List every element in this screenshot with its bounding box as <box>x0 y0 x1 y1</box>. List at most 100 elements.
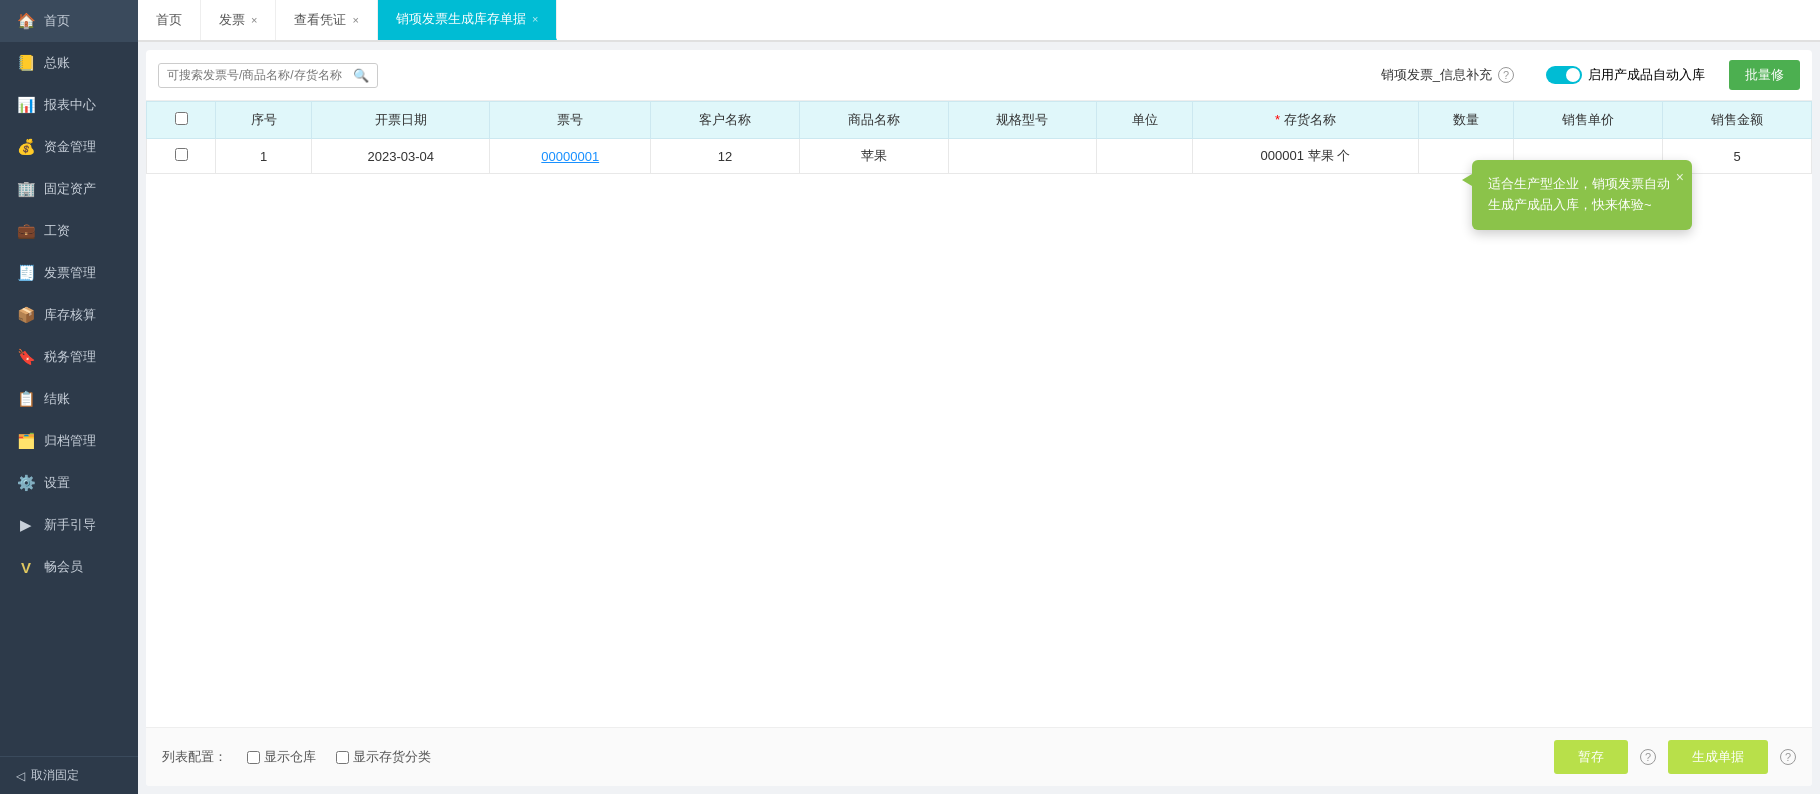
col-header-date: 开票日期 <box>312 102 490 139</box>
sidebar-item-ledger[interactable]: 📒 总账 <box>0 42 138 84</box>
tab-invoice[interactable]: 发票 × <box>201 0 276 40</box>
show-warehouse-label: 显示仓库 <box>264 748 316 766</box>
list-config-label: 列表配置： <box>162 748 227 766</box>
save-help-icon[interactable]: ? <box>1640 749 1656 765</box>
tab-storage[interactable]: 销项发票生成库存单据 × <box>378 0 557 40</box>
main-content: 首页 发票 × 查看凭证 × 销项发票生成库存单据 × 🔍 销项发票_信息补充 … <box>138 0 1820 794</box>
tab-invoice-close[interactable]: × <box>251 14 257 26</box>
guide-icon: ▶ <box>16 516 36 534</box>
sidebar-item-labor-label: 工资 <box>44 222 70 240</box>
row-number: 00000001 <box>490 139 651 174</box>
info-help-icon[interactable]: ? <box>1498 67 1514 83</box>
info-label: 销项发票_信息补充 <box>1381 66 1492 84</box>
sidebar-item-vip[interactable]: V 畅会员 <box>0 546 138 588</box>
sidebar-item-reports[interactable]: 📊 报表中心 <box>0 84 138 126</box>
toggle-section: 启用产成品自动入库 <box>1546 66 1705 84</box>
tab-home[interactable]: 首页 <box>138 0 201 40</box>
show-warehouse-checkbox[interactable] <box>247 751 260 764</box>
col-header-checkbox <box>147 102 216 139</box>
col-header-customer: 客户名称 <box>651 102 800 139</box>
tab-voucher-close[interactable]: × <box>352 14 358 26</box>
sidebar-item-inventory-label: 库存核算 <box>44 306 96 324</box>
home-icon: 🏠 <box>16 12 36 30</box>
row-inventory[interactable]: 000001 苹果 个 <box>1193 139 1418 174</box>
ledger-icon: 📒 <box>16 54 36 72</box>
sidebar-item-vip-label: 畅会员 <box>44 558 83 576</box>
generate-help-icon[interactable]: ? <box>1780 749 1796 765</box>
row-checkbox-cell <box>147 139 216 174</box>
batch-edit-button[interactable]: 批量修 <box>1729 60 1800 90</box>
funds-icon: 💰 <box>16 138 36 156</box>
row-number-link[interactable]: 00000001 <box>541 149 599 164</box>
select-all-checkbox[interactable] <box>175 112 188 125</box>
toolbar: 🔍 销项发票_信息补充 ? 启用产成品自动入库 批量修 <box>146 50 1812 101</box>
cancel-pin-label: 取消固定 <box>31 767 79 784</box>
search-input[interactable] <box>167 68 347 82</box>
content-area: 🔍 销项发票_信息补充 ? 启用产成品自动入库 批量修 <box>146 50 1812 786</box>
settings-icon: ⚙️ <box>16 474 36 492</box>
row-customer: 12 <box>651 139 800 174</box>
tab-storage-close[interactable]: × <box>532 13 538 25</box>
sidebar-item-guide[interactable]: ▶ 新手引导 <box>0 504 138 546</box>
sidebar-item-archive[interactable]: 🗂️ 归档管理 <box>0 420 138 462</box>
labor-icon: 💼 <box>16 222 36 240</box>
sidebar-item-assets[interactable]: 🏢 固定资产 <box>0 168 138 210</box>
sidebar-item-funds[interactable]: 💰 资金管理 <box>0 126 138 168</box>
sidebar-item-assets-label: 固定资产 <box>44 180 96 198</box>
show-warehouse-checkbox-label[interactable]: 显示仓库 <box>247 748 316 766</box>
sidebar-item-inventory[interactable]: 📦 库存核算 <box>0 294 138 336</box>
sidebar-item-home[interactable]: 🏠 首页 <box>0 0 138 42</box>
col-header-unit: 单位 <box>1097 102 1193 139</box>
col-header-amount: 销售金额 <box>1663 102 1812 139</box>
show-category-checkbox[interactable] <box>336 751 349 764</box>
bottom-bar: 列表配置： 显示仓库 显示存货分类 暂存 ? 生成单据 ? <box>146 727 1812 786</box>
show-category-label: 显示存货分类 <box>353 748 431 766</box>
col-header-spec: 规格型号 <box>948 102 1097 139</box>
assets-icon: 🏢 <box>16 180 36 198</box>
sidebar-item-settings-label: 设置 <box>44 474 70 492</box>
sidebar-item-guide-label: 新手引导 <box>44 516 96 534</box>
sidebar-item-accounting-label: 结账 <box>44 390 70 408</box>
sidebar-item-tax-label: 税务管理 <box>44 348 96 366</box>
archive-icon: 🗂️ <box>16 432 36 450</box>
search-box[interactable]: 🔍 <box>158 63 378 88</box>
sidebar-item-tax[interactable]: 🔖 税务管理 <box>0 336 138 378</box>
sidebar: 🏠 首页 📒 总账 📊 报表中心 💰 资金管理 🏢 固定资产 💼 工资 🧾 发票… <box>0 0 138 794</box>
col-header-qty: 数量 <box>1418 102 1514 139</box>
tab-voucher[interactable]: 查看凭证 × <box>276 0 377 40</box>
auto-storage-toggle[interactable] <box>1546 66 1582 84</box>
row-product: 苹果 <box>799 139 948 174</box>
vip-icon: V <box>16 559 36 576</box>
tooltip-bubble: × 适合生产型企业，销项发票自动生成产成品入库，快来体验~ <box>1472 160 1692 230</box>
sidebar-bottom-cancel-pin[interactable]: ◁ 取消固定 <box>0 756 138 794</box>
sidebar-item-labor[interactable]: 💼 工资 <box>0 210 138 252</box>
tab-bar: 首页 发票 × 查看凭证 × 销项发票生成库存单据 × <box>138 0 1820 42</box>
info-section: 销项发票_信息补充 ? <box>1381 66 1514 84</box>
col-header-price: 销售单价 <box>1514 102 1663 139</box>
row-checkbox[interactable] <box>175 148 188 161</box>
sidebar-item-archive-label: 归档管理 <box>44 432 96 450</box>
sidebar-item-accounting[interactable]: 📋 结账 <box>0 378 138 420</box>
row-seq: 1 <box>216 139 312 174</box>
sidebar-item-settings[interactable]: ⚙️ 设置 <box>0 462 138 504</box>
accounting-icon: 📋 <box>16 390 36 408</box>
invoices-icon: 🧾 <box>16 264 36 282</box>
show-category-checkbox-label[interactable]: 显示存货分类 <box>336 748 431 766</box>
col-header-inventory: * 存货名称 <box>1193 102 1418 139</box>
col-header-product: 商品名称 <box>799 102 948 139</box>
search-icon: 🔍 <box>353 68 369 83</box>
sidebar-item-invoices[interactable]: 🧾 发票管理 <box>0 252 138 294</box>
tab-invoice-label: 发票 <box>219 11 245 29</box>
tax-icon: 🔖 <box>16 348 36 366</box>
inventory-icon: 📦 <box>16 306 36 324</box>
sidebar-item-invoices-label: 发票管理 <box>44 264 96 282</box>
generate-button[interactable]: 生成单据 <box>1668 740 1768 774</box>
sidebar-item-ledger-label: 总账 <box>44 54 70 72</box>
row-spec <box>948 139 1097 174</box>
tooltip-close-button[interactable]: × <box>1676 166 1684 188</box>
sidebar-item-home-label: 首页 <box>44 12 70 30</box>
save-button[interactable]: 暂存 <box>1554 740 1628 774</box>
tab-storage-label: 销项发票生成库存单据 <box>396 10 526 28</box>
bottom-actions: 暂存 ? 生成单据 ? <box>1554 740 1796 774</box>
col-header-seq: 序号 <box>216 102 312 139</box>
